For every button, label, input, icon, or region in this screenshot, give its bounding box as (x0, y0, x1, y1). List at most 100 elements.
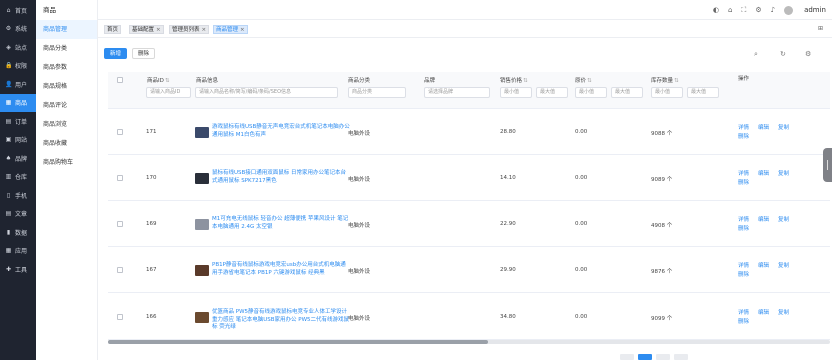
pagination-next[interactable] (656, 354, 670, 360)
col-price-header[interactable]: 销售价格⇅ (500, 76, 528, 84)
brand-filter-select[interactable]: 请选择品牌 (424, 87, 490, 98)
col-stock-header[interactable]: 库存数量⇅ (651, 76, 679, 84)
search-icon[interactable]: ⌕ (754, 50, 758, 59)
goods-thumbnail[interactable] (195, 312, 209, 323)
sidebar-item-tool[interactable]: ✚ 工具 (0, 260, 36, 279)
detail-link[interactable]: 详情 (738, 310, 749, 316)
goods-thumbnail[interactable] (195, 173, 209, 184)
goods-name-link[interactable]: PB1P静音有线鼠标游戏电竞宏usb办公用台式机电脑通用手游省电笔记本 PB1P… (212, 262, 350, 277)
submenu-item[interactable]: 商品收藏 (36, 134, 97, 153)
copy-link[interactable]: 复制 (778, 263, 789, 269)
submenu-item[interactable]: 商品规格 (36, 77, 97, 96)
sidebar-item-phone[interactable]: ▯ 手机 (0, 186, 36, 205)
avatar[interactable] (784, 5, 794, 15)
copy-link[interactable]: 复制 (778, 171, 789, 177)
tab-close-icon[interactable]: × (202, 27, 207, 33)
delete-link[interactable]: 删除 (738, 319, 749, 325)
submenu-item[interactable]: 商品参数 (36, 58, 97, 77)
notification-bell-icon[interactable]: ♪ (771, 6, 775, 14)
table-row[interactable]: 171 游戏鼠标有线USB静音无声电竞宏台式机笔记本电脑办公通用鼠标 M1白色有声… (108, 109, 830, 155)
sidebar-item-site[interactable]: ◈ 站点 (0, 38, 36, 57)
edit-link[interactable]: 编辑 (758, 171, 769, 177)
price-min-input[interactable]: 最小值 (500, 87, 532, 98)
copy-link[interactable]: 复制 (778, 125, 789, 131)
cost-max-input[interactable]: 最大值 (611, 87, 643, 98)
goods-thumbnail[interactable] (195, 127, 209, 138)
tab-close-icon[interactable]: × (240, 27, 245, 33)
goods-name-link[interactable]: 游戏鼠标有线USB静音无声电竞宏台式机笔记本电脑办公通用鼠标 M1白色有声 (212, 124, 350, 139)
detail-link[interactable]: 详情 (738, 125, 749, 131)
col-id-header[interactable]: 商品ID⇅ (147, 76, 169, 84)
tab-item[interactable]: 首页 (104, 25, 122, 34)
goods-name-link[interactable]: 鼠标有线USB接口通用双面鼠标 日常家用办公笔记本台式通用鼠标 SPK7217黑… (212, 170, 350, 185)
sidebar-item-lock[interactable]: 🔒 权限 (0, 57, 36, 76)
detail-link[interactable]: 详情 (738, 171, 749, 177)
delete-link[interactable]: 删除 (738, 272, 749, 278)
table-row[interactable]: 169 M1可充电无线鼠标 轻音办公 超薄便携 苹果风设计 笔记本电脑通用 2.4… (108, 201, 830, 247)
tab-item[interactable]: 基础配置 × (129, 25, 164, 34)
submenu-item[interactable]: 商品购物车 (36, 153, 97, 172)
submenu-item[interactable]: 商品浏览 (36, 115, 97, 134)
side-drawer-handle[interactable] (823, 148, 832, 182)
pagination-current-page[interactable] (638, 354, 652, 360)
sidebar-item-data[interactable]: ▮ 数据 (0, 223, 36, 242)
table-row[interactable]: 167 PB1P静音有线鼠标游戏电竞宏usb办公用台式机电脑通用手游省电笔记本 P… (108, 247, 830, 293)
settings-icon[interactable]: ⚙ (755, 6, 761, 14)
row-checkbox[interactable] (117, 314, 123, 320)
pagination-prev[interactable] (620, 354, 634, 360)
goods-name-link[interactable]: 优篮商品 PW5静音有线游戏鼠标电竞专业人体工学设计 重力感应 笔记本电脑USB… (212, 309, 350, 332)
price-max-input[interactable]: 最大值 (536, 87, 568, 98)
sidebar-item-brand[interactable]: ♠ 品牌 (0, 149, 36, 168)
username[interactable]: admin (804, 6, 826, 14)
column-settings-icon[interactable]: ⚙ (805, 50, 811, 58)
delete-link[interactable]: 删除 (738, 134, 749, 140)
stock-min-input[interactable]: 最小值 (651, 87, 683, 98)
cost-min-input[interactable]: 最小值 (575, 87, 607, 98)
submenu-item[interactable]: 商品分类 (36, 39, 97, 58)
submenu-item[interactable]: 商品评论 (36, 96, 97, 115)
sidebar-item-home[interactable]: ⌂ 首页 (0, 1, 36, 20)
pagination-size[interactable] (674, 354, 688, 360)
add-button[interactable]: 新增 (104, 48, 128, 59)
stock-max-input[interactable]: 最大值 (687, 87, 719, 98)
col-cost-header[interactable]: 原价⇅ (575, 76, 592, 84)
edit-link[interactable]: 编辑 (758, 310, 769, 316)
sidebar-item-article[interactable]: ▤ 文章 (0, 205, 36, 224)
goods-name-link[interactable]: M1可充电无线鼠标 轻音办公 超薄便携 苹果风设计 笔记本电脑通用 2.4G 太… (212, 216, 350, 231)
edit-link[interactable]: 编辑 (758, 217, 769, 223)
fullscreen-icon[interactable]: ⛶ (741, 6, 746, 15)
refresh-icon[interactable]: ↻ (780, 50, 786, 58)
edit-link[interactable]: 编辑 (758, 125, 769, 131)
select-all-checkbox[interactable] (117, 77, 123, 83)
table-row[interactable]: 170 鼠标有线USB接口通用双面鼠标 日常家用办公笔记本台式通用鼠标 SPK72… (108, 155, 830, 201)
sidebar-item-user[interactable]: 👤 用户 (0, 75, 36, 94)
info-filter-input[interactable]: 请输入商品名称/简写/编码/条码/SEO信息 (195, 87, 338, 98)
sidebar-item-gear[interactable]: ⚙ 系统 (0, 20, 36, 39)
sidebar-item-warehouse[interactable]: ▥ 仓库 (0, 168, 36, 187)
row-checkbox[interactable] (117, 267, 123, 273)
goods-thumbnail[interactable] (195, 219, 209, 230)
tab-item[interactable]: 商品管理 × (213, 25, 248, 34)
category-filter-select[interactable]: 商品分类 (348, 87, 406, 98)
sidebar-item-goods[interactable]: ▦ 商品 (0, 93, 36, 112)
horizontal-scrollbar-thumb[interactable] (108, 340, 488, 344)
submenu-item[interactable]: 商品管理 (36, 20, 97, 39)
copy-link[interactable]: 复制 (778, 217, 789, 223)
copy-link[interactable]: 复制 (778, 310, 789, 316)
detail-link[interactable]: 详情 (738, 263, 749, 269)
row-checkbox[interactable] (117, 221, 123, 227)
sidebar-item-order[interactable]: ▤ 订单 (0, 112, 36, 131)
tab-menu-icon[interactable]: ⊞ (818, 25, 823, 32)
detail-link[interactable]: 详情 (738, 217, 749, 223)
edit-link[interactable]: 编辑 (758, 263, 769, 269)
row-checkbox[interactable] (117, 129, 123, 135)
lock-screen-icon[interactable]: ⌂ (728, 6, 732, 14)
id-filter-input[interactable]: 请输入商品ID (146, 87, 191, 98)
tab-close-icon[interactable]: × (156, 27, 161, 33)
delete-button[interactable]: 删除 (132, 48, 156, 59)
goods-thumbnail[interactable] (195, 265, 209, 276)
delete-link[interactable]: 删除 (738, 226, 749, 232)
sidebar-item-app[interactable]: ▦ 应用 (0, 242, 36, 261)
sidebar-item-website[interactable]: ▣ 网站 (0, 131, 36, 150)
row-checkbox[interactable] (117, 175, 123, 181)
